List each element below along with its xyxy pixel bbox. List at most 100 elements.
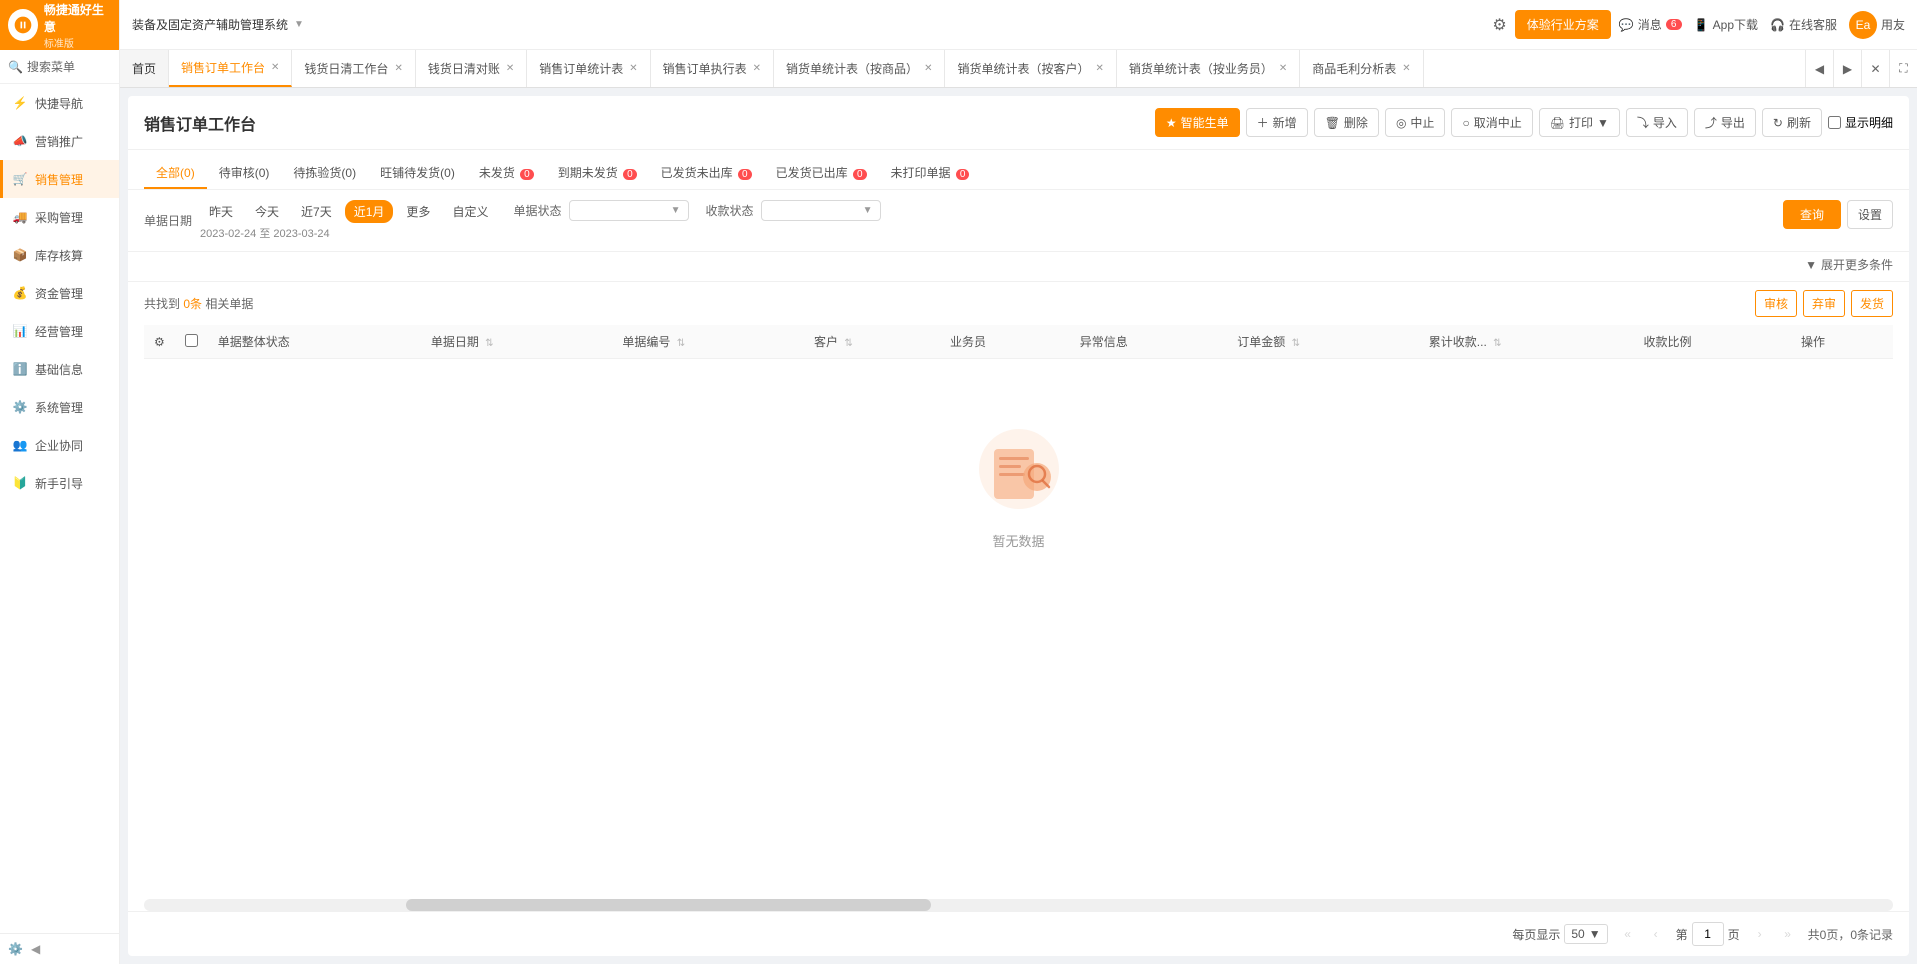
sub-tab-pending-inspect[interactable]: 待拣验货(0) — [281, 158, 368, 189]
message-btn[interactable]: 💬 消息 6 — [1619, 16, 1682, 33]
date-btn-custom[interactable]: 自定义 — [443, 200, 497, 223]
settings-btn[interactable]: 设置 — [1847, 200, 1893, 229]
industry-btn[interactable]: 体验行业方案 — [1515, 10, 1611, 39]
sidebar-search[interactable]: 🔍 搜索菜单 — [0, 50, 119, 84]
tab-close-gross-profit[interactable]: ✕ — [1402, 63, 1410, 74]
user-menu[interactable]: Ea 用友 — [1849, 11, 1905, 39]
tab-close-by-customer[interactable]: ✕ — [1095, 63, 1103, 74]
export-btn[interactable]: ⤴ 导出 — [1694, 108, 1756, 137]
sub-tab-overdue[interactable]: 到期未发货 0 — [546, 158, 649, 189]
info-icon: ℹ️ — [11, 360, 29, 378]
topbar-gear-icon[interactable]: ⚙ — [1492, 15, 1506, 35]
sub-tab-unshipped[interactable]: 未发货 0 — [467, 158, 546, 189]
unaudit-btn[interactable]: 弃审 — [1803, 290, 1845, 317]
stop-btn[interactable]: ◎ 中止 — [1385, 108, 1446, 137]
sidebar-item-enterprise[interactable]: 👥 企业协同 — [0, 426, 119, 464]
sidebar-item-inventory[interactable]: 📦 库存核算 — [0, 236, 119, 274]
sidebar-item-guide[interactable]: 🔰 新手引导 — [0, 464, 119, 502]
sub-tab-shipped-out[interactable]: 已发货已出库 0 — [764, 158, 879, 189]
sub-tab-pending-review[interactable]: 待审核(0) — [207, 158, 282, 189]
topbar: 装备及固定资产辅助管理系统 ▼ ⚙ 体验行业方案 💬 消息 6 📱 App下载 … — [120, 0, 1917, 50]
th-number[interactable]: 单据编号 ⇅ — [612, 325, 804, 359]
tab-sales-exec[interactable]: 销售订单执行表 ✕ — [651, 50, 774, 87]
online-service-btn[interactable]: 🎧 在线客服 — [1770, 16, 1837, 33]
sub-tab-not-printed[interactable]: 未打印单据 0 — [879, 158, 982, 189]
tab-close-by-staff[interactable]: ✕ — [1279, 63, 1287, 74]
status-select[interactable]: ▼ — [569, 200, 689, 221]
cancel-stop-btn[interactable]: ○ 取消中止 — [1451, 108, 1532, 137]
first-page-btn[interactable]: « — [1616, 922, 1640, 946]
audit-btn[interactable]: 审核 — [1755, 290, 1797, 317]
tab-sales-by-staff[interactable]: 销货单统计表（按业务员） ✕ — [1117, 50, 1300, 87]
sidebar-item-quick[interactable]: ⚡ 快捷导航 — [0, 84, 119, 122]
date-btn-7days[interactable]: 近7天 — [292, 200, 341, 223]
tab-close-sales-stats[interactable]: ✕ — [629, 63, 637, 74]
last-page-btn[interactable]: » — [1776, 922, 1800, 946]
settings-icon[interactable]: ⚙ — [154, 335, 165, 349]
tab-close-sales-order[interactable]: ✕ — [271, 62, 279, 73]
table-actions: 审核 弃审 发货 — [1755, 290, 1893, 317]
th-exception[interactable]: 异常信息 — [1070, 325, 1227, 359]
tab-sales-by-product[interactable]: 销货单统计表（按商品） ✕ — [774, 50, 945, 87]
sidebar-item-operations[interactable]: 📊 经营管理 — [0, 312, 119, 350]
th-collected[interactable]: 累计收款... ⇅ — [1419, 325, 1634, 359]
tab-sales-order-workbench[interactable]: 销售订单工作台 ✕ — [169, 50, 292, 87]
tab-expand-btn[interactable]: ⛶ — [1889, 50, 1917, 88]
sidebar-item-sales[interactable]: 🛒 销售管理 — [0, 160, 119, 198]
date-btn-more[interactable]: 更多 — [397, 200, 439, 223]
date-btn-1month[interactable]: 近1月 — [345, 200, 394, 223]
print-btn[interactable]: 🖨 打印 ▼ — [1539, 108, 1620, 137]
tab-close-by-product[interactable]: ✕ — [924, 63, 932, 74]
app-download-btn[interactable]: 📱 App下载 — [1694, 16, 1758, 33]
sidebar-item-basic[interactable]: ℹ️ 基础信息 — [0, 350, 119, 388]
sidebar-item-finance[interactable]: 💰 资金管理 — [0, 274, 119, 312]
select-all-checkbox[interactable] — [185, 334, 198, 347]
date-options: 昨天 今天 近7天 近1月 更多 自定义 2023-02-24 至 2023-0… — [200, 200, 497, 241]
sub-tab-shipped-not-out[interactable]: 已发货未出库 0 — [649, 158, 764, 189]
import-btn[interactable]: ⤵ 导入 — [1626, 108, 1688, 137]
delete-btn[interactable]: 🗑 删除 — [1314, 108, 1379, 137]
tab-cash-reconcile[interactable]: 钱货日清对账 ✕ — [416, 50, 527, 87]
th-customer[interactable]: 客户 ⇅ — [804, 325, 940, 359]
scroll-thumb[interactable] — [406, 899, 931, 911]
tab-close-cash-daily[interactable]: ✕ — [394, 63, 402, 74]
sidebar-item-purchase[interactable]: 🚚 采购管理 — [0, 198, 119, 236]
th-date[interactable]: 单据日期 ⇅ — [421, 325, 613, 359]
smart-btn[interactable]: ★ 智能生单 — [1155, 108, 1240, 137]
tab-close-all-btn[interactable]: ✕ — [1861, 50, 1889, 88]
horizontal-scrollbar[interactable] — [144, 899, 1893, 911]
next-page-btn[interactable]: › — [1748, 922, 1772, 946]
sub-tab-wangpu[interactable]: 旺铺待发货(0) — [368, 158, 467, 189]
expand-more-btn[interactable]: ▼ 展开更多条件 — [1805, 256, 1893, 273]
ship-btn[interactable]: 发货 — [1851, 290, 1893, 317]
tab-sales-stats[interactable]: 销售订单统计表 ✕ — [527, 50, 650, 87]
show-detail-input[interactable] — [1828, 116, 1841, 129]
print-arrow-icon: ▼ — [1597, 116, 1609, 130]
tab-home[interactable]: 首页 — [120, 50, 169, 87]
query-btn[interactable]: 查询 — [1783, 200, 1841, 229]
tab-close-cash-reconcile[interactable]: ✕ — [506, 63, 514, 74]
date-btn-yesterday[interactable]: 昨天 — [200, 200, 242, 223]
th-staff[interactable]: 业务员 — [940, 325, 1070, 359]
refresh-btn[interactable]: ↻ 刷新 — [1762, 108, 1822, 137]
payment-select[interactable]: ▼ — [761, 200, 881, 221]
sidebar-item-marketing[interactable]: 📣 营销推广 — [0, 122, 119, 160]
tab-close-sales-exec[interactable]: ✕ — [753, 63, 761, 74]
sidebar-collapse-btn[interactable]: ◀ — [31, 942, 40, 956]
show-detail-checkbox[interactable]: 显示明细 — [1828, 114, 1893, 131]
tab-gross-profit[interactable]: 商品毛利分析表 ✕ — [1300, 50, 1423, 87]
date-btn-today[interactable]: 今天 — [246, 200, 288, 223]
tab-prev-btn[interactable]: ◀ — [1805, 50, 1833, 88]
tab-sales-by-customer[interactable]: 销货单统计表（按客户） ✕ — [945, 50, 1116, 87]
add-btn[interactable]: ＋ 新增 — [1246, 108, 1308, 137]
sidebar-item-system[interactable]: ⚙️ 系统管理 — [0, 388, 119, 426]
sidebar-settings-btn[interactable]: ⚙️ — [8, 942, 23, 956]
tab-bar: 首页 销售订单工作台 ✕ 钱货日清工作台 ✕ 钱货日清对账 ✕ 销售订单统计表 … — [120, 50, 1917, 88]
tab-next-btn[interactable]: ▶ — [1833, 50, 1861, 88]
page-size-select[interactable]: 50 ▼ — [1564, 924, 1607, 944]
sub-tab-all[interactable]: 全部(0) — [144, 158, 207, 189]
page-number-input[interactable] — [1692, 922, 1724, 946]
th-amount[interactable]: 订单金额 ⇅ — [1227, 325, 1419, 359]
prev-page-btn[interactable]: ‹ — [1644, 922, 1668, 946]
tab-cash-daily[interactable]: 钱货日清工作台 ✕ — [292, 50, 415, 87]
